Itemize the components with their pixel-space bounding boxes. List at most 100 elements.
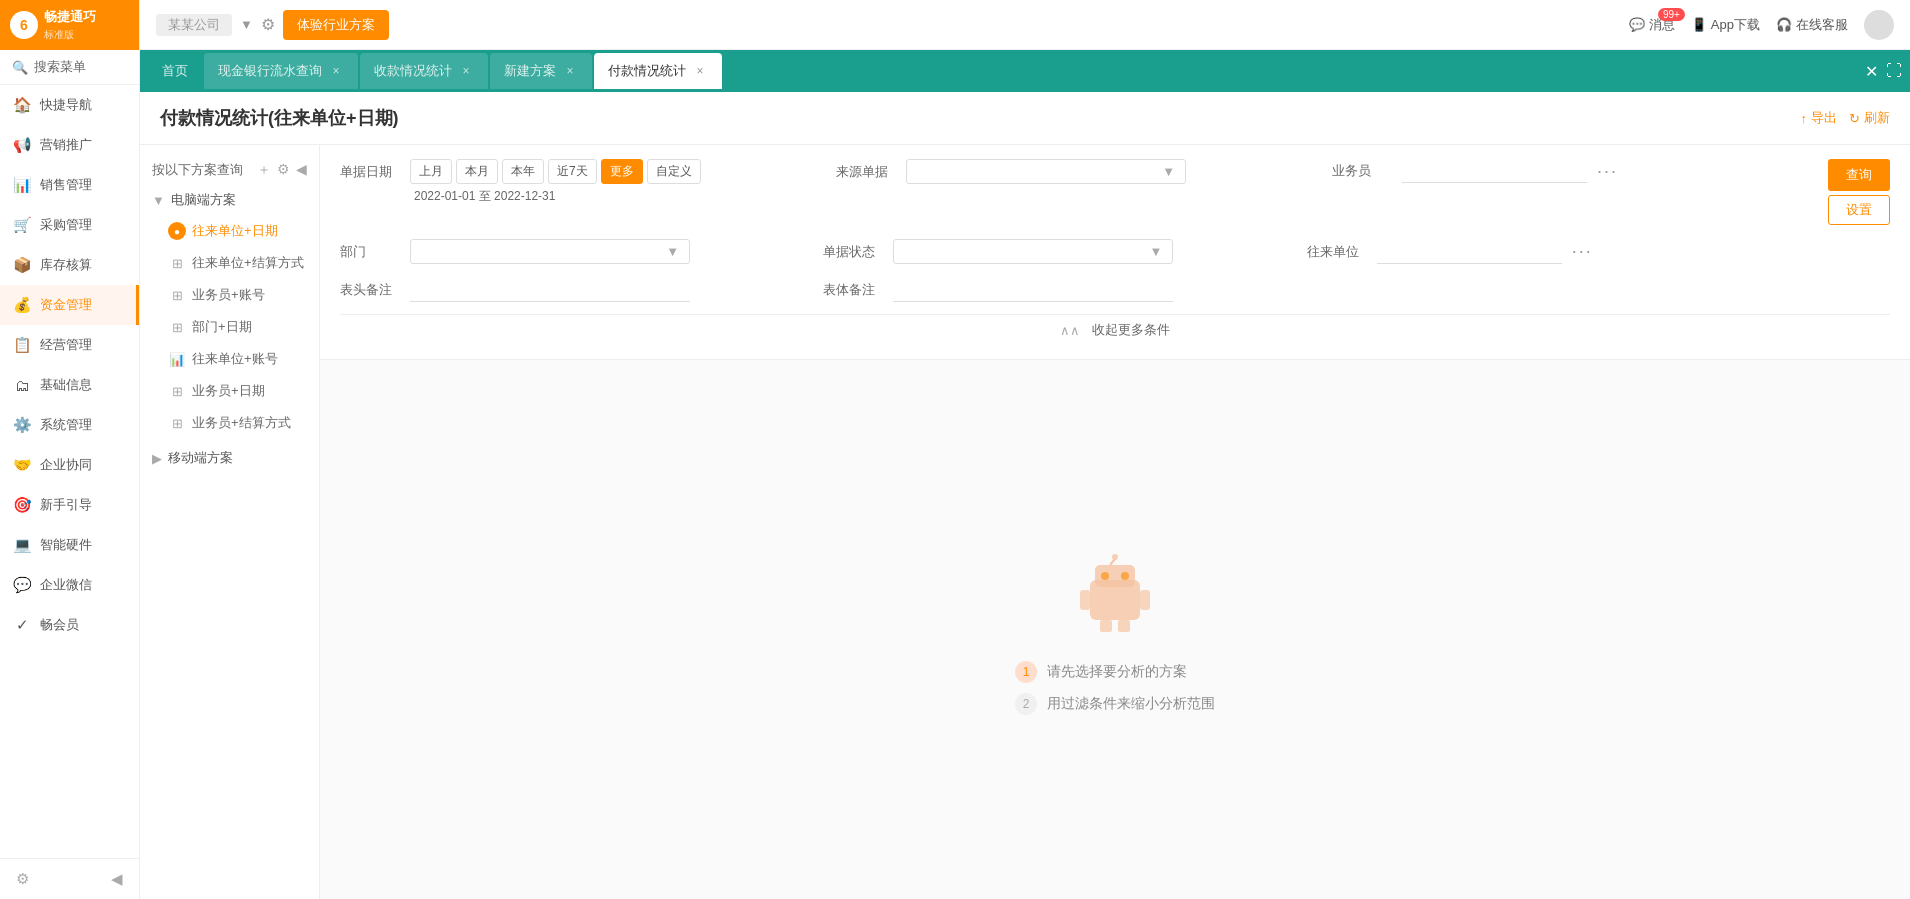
query-button[interactable]: 查询 — [1828, 159, 1890, 191]
sidebar-item-label: 畅会员 — [40, 616, 79, 634]
user-avatar[interactable] — [1864, 10, 1894, 40]
sidebar-item-shortcut[interactable]: 🏠 快捷导航 — [0, 85, 139, 125]
sidebar-item-operation[interactable]: 📋 经营管理 — [0, 325, 139, 365]
salesperson-input[interactable] — [1402, 159, 1587, 183]
plan-group-desktop-header[interactable]: ▼ 电脑端方案 — [140, 185, 319, 215]
salesperson-more-icon[interactable]: ··· — [1597, 161, 1618, 182]
left-panel: 按以下方案查询 ＋ ⚙ ◀ ▼ 电脑端方案 ● 往来单位+日期 ⊞ — [140, 145, 320, 899]
export-button[interactable]: ↑ 导出 — [1801, 109, 1838, 127]
date-btn-this-month[interactable]: 本月 — [456, 159, 498, 184]
tab-home-label: 首页 — [162, 62, 188, 80]
app-download-label: App下载 — [1711, 16, 1760, 34]
tab-new-plan-close-icon[interactable]: × — [562, 63, 578, 79]
sidebar-item-wechat[interactable]: 💬 企业微信 — [0, 565, 139, 605]
main-content: 某某公司 ▼ ⚙ 体验行业方案 💬 消息 99+ 📱 App下载 🎧 在线客服 — [140, 0, 1910, 899]
sidebar-item-enterprise[interactable]: 🤝 企业协同 — [0, 445, 139, 485]
partner-more-icon[interactable]: ··· — [1572, 241, 1593, 262]
settings-button[interactable]: 设置 — [1828, 195, 1890, 225]
table-body-note-label: 表体备注 — [823, 281, 883, 299]
date-btn-7days[interactable]: 近7天 — [548, 159, 597, 184]
header-actions: ↑ 导出 ↻ 刷新 — [1801, 109, 1891, 127]
table-body-note-input[interactable] — [893, 278, 1173, 302]
collapse-more-button[interactable]: ∧∧ 收起更多条件 — [340, 314, 1890, 345]
dept-select[interactable]: ▼ — [410, 239, 690, 264]
svg-point-2 — [1101, 572, 1109, 580]
collapse-panel-icon[interactable]: ◀ — [296, 161, 307, 179]
purchase-icon: 🛒 — [12, 215, 32, 235]
date-btn-more[interactable]: 更多 — [601, 159, 643, 184]
step-num-2: 2 — [1015, 693, 1037, 715]
company-name: 某某公司 — [156, 14, 232, 36]
maximize-icon[interactable]: ⛶ — [1886, 62, 1902, 81]
sidebar-item-label: 新手引导 — [40, 496, 92, 514]
footer-collapse-icon[interactable]: ◀ — [107, 869, 127, 889]
settings-gear-icon[interactable]: ⚙ — [261, 15, 275, 34]
sidebar-search[interactable]: 🔍 搜索菜单 — [0, 50, 139, 85]
doc-status-select[interactable]: ▼ — [893, 239, 1173, 264]
close-all-tabs-icon[interactable]: ✕ — [1865, 62, 1878, 81]
plan-table-icon: ⊞ — [168, 286, 186, 304]
table-header-note-input[interactable] — [410, 278, 690, 302]
svg-point-3 — [1121, 572, 1129, 580]
tab-receivable-close-icon[interactable]: × — [458, 63, 474, 79]
plan-group-desktop: ▼ 电脑端方案 ● 往来单位+日期 ⊞ 往来单位+结算方式 ⊞ 业务员+账号 ⊞ — [140, 185, 319, 439]
tab-cash-flow[interactable]: 现金银行流水查询 × — [204, 53, 358, 89]
date-btn-last-month[interactable]: 上月 — [410, 159, 452, 184]
sidebar-item-member[interactable]: ✓ 畅会员 — [0, 605, 139, 645]
plan-item-label: 往来单位+日期 — [192, 222, 278, 240]
plan-item-salesperson-payment[interactable]: ⊞ 业务员+结算方式 — [140, 407, 319, 439]
sidebar-item-purchase[interactable]: 🛒 采购管理 — [0, 205, 139, 245]
plan-item-partner-date[interactable]: ● 往来单位+日期 — [140, 215, 319, 247]
dept-filter-label: 部门 — [340, 243, 400, 261]
svg-rect-7 — [1118, 620, 1130, 632]
plan-group-mobile-label: 移动端方案 — [168, 449, 233, 467]
plan-item-salesperson-date[interactable]: ⊞ 业务员+日期 — [140, 375, 319, 407]
sidebar-item-marketing[interactable]: 📢 营销推广 — [0, 125, 139, 165]
messages-button[interactable]: 💬 消息 99+ — [1629, 16, 1675, 34]
online-service-button[interactable]: 🎧 在线客服 — [1776, 16, 1848, 34]
capital-icon: 💰 — [12, 295, 32, 315]
headset-icon: 🎧 — [1776, 17, 1792, 32]
sidebar-nav: 🏠 快捷导航 📢 营销推广 📊 销售管理 🛒 采购管理 📦 库存核算 💰 资金管… — [0, 85, 139, 858]
tab-payment-stats[interactable]: 付款情况统计 × — [594, 53, 722, 89]
dropdown-arrow-icon[interactable]: ▼ — [240, 17, 253, 32]
svg-rect-4 — [1080, 590, 1090, 610]
sidebar-item-basic[interactable]: 🗂 基础信息 — [0, 365, 139, 405]
sidebar-item-inventory[interactable]: 📦 库存核算 — [0, 245, 139, 285]
plan-settings-icon[interactable]: ⚙ — [277, 161, 290, 179]
plan-item-partner-payment[interactable]: ⊞ 往来单位+结算方式 — [140, 247, 319, 279]
plan-item-partner-account[interactable]: 📊 往来单位+账号 — [140, 343, 319, 375]
date-btn-this-year[interactable]: 本年 — [502, 159, 544, 184]
tab-new-plan[interactable]: 新建方案 × — [490, 53, 592, 89]
hardware-icon: 💻 — [12, 535, 32, 555]
footer-settings-icon[interactable]: ⚙ — [12, 869, 32, 889]
left-panel-actions: ＋ ⚙ ◀ — [257, 161, 307, 179]
source-select[interactable]: ▼ — [906, 159, 1186, 184]
tab-receivable[interactable]: 收款情况统计 × — [360, 53, 488, 89]
chevron-up-icon: ∧∧ — [1060, 323, 1080, 338]
date-range-display: 2022-01-01 至 2022-12-31 — [414, 188, 701, 205]
plan-table-icon: ⊞ — [168, 254, 186, 272]
export-label: 导出 — [1811, 109, 1837, 127]
date-btn-custom[interactable]: 自定义 — [647, 159, 701, 184]
plan-item-dept-date[interactable]: ⊞ 部门+日期 — [140, 311, 319, 343]
sidebar-item-capital[interactable]: 💰 资金管理 — [0, 285, 139, 325]
app-download-button[interactable]: 📱 App下载 — [1691, 16, 1760, 34]
tab-receivable-label: 收款情况统计 — [374, 62, 452, 80]
add-plan-icon[interactable]: ＋ — [257, 161, 271, 179]
plan-item-label: 业务员+日期 — [192, 382, 265, 400]
sidebar-item-system[interactable]: ⚙️ 系统管理 — [0, 405, 139, 445]
plan-group-mobile-header[interactable]: ▶ 移动端方案 — [140, 443, 319, 473]
trial-button[interactable]: 体验行业方案 — [283, 10, 389, 40]
tab-payment-stats-close-icon[interactable]: × — [692, 63, 708, 79]
refresh-icon: ↻ — [1849, 111, 1860, 126]
sidebar-item-guide[interactable]: 🎯 新手引导 — [0, 485, 139, 525]
sidebar-item-sales[interactable]: 📊 销售管理 — [0, 165, 139, 205]
tab-cash-flow-close-icon[interactable]: × — [328, 63, 344, 79]
tab-home[interactable]: 首页 — [148, 53, 202, 89]
page-title: 付款情况统计(往来单位+日期) — [160, 106, 399, 130]
refresh-button[interactable]: ↻ 刷新 — [1849, 109, 1890, 127]
sidebar-item-hardware[interactable]: 💻 智能硬件 — [0, 525, 139, 565]
plan-item-salesperson-account[interactable]: ⊞ 业务员+账号 — [140, 279, 319, 311]
partner-input[interactable] — [1377, 240, 1562, 264]
